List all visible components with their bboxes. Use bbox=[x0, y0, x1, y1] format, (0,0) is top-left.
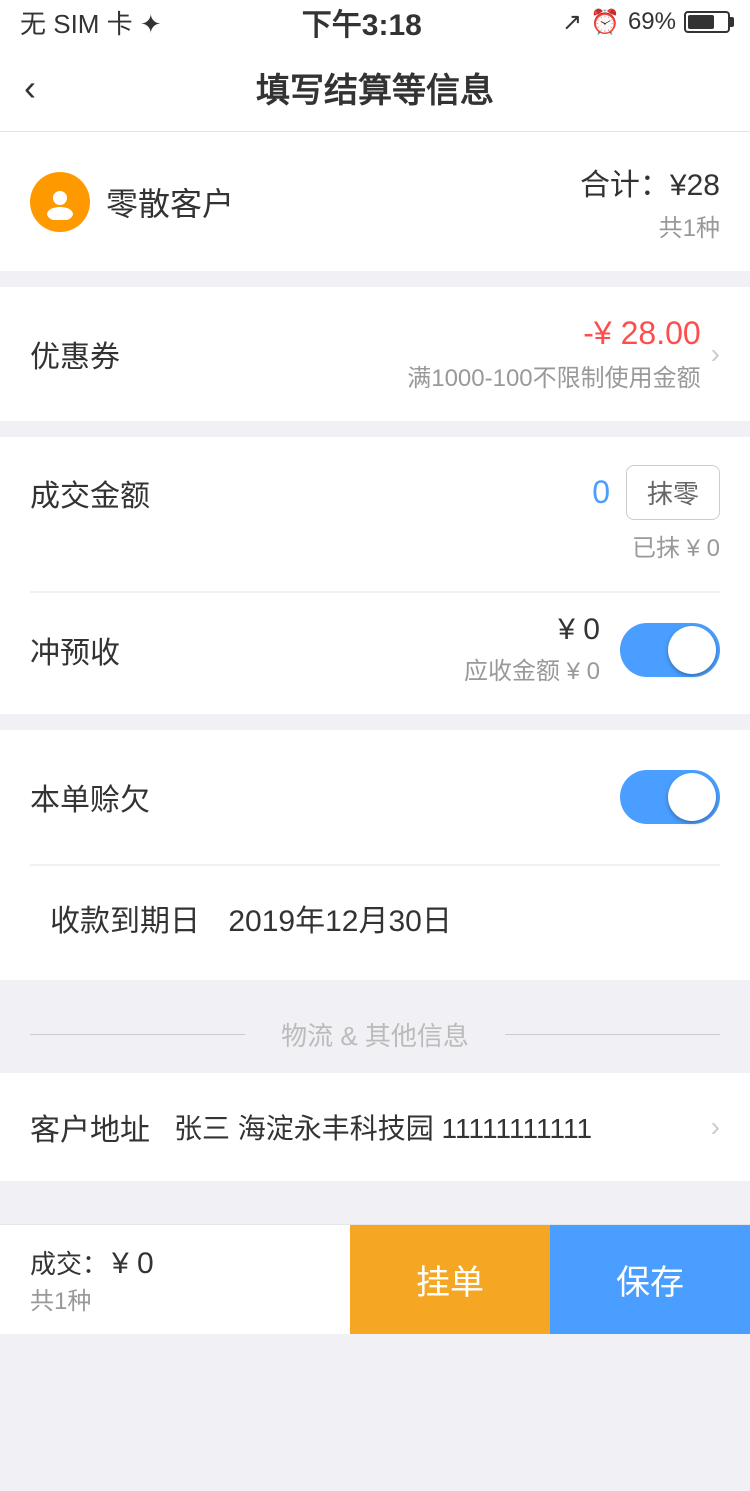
amount-row: 成交金额 0 抹零 bbox=[30, 465, 720, 520]
prepay-label: 冲预收 bbox=[30, 628, 120, 672]
bottom-deal-amount: ¥ 0 bbox=[112, 1247, 154, 1281]
total-price: 合计：¥28 bbox=[580, 160, 720, 204]
status-right: ↗ ⏰ 69% bbox=[562, 8, 730, 37]
debit-section: 本单赊欠 收款到期日 2019年12月30日 bbox=[0, 730, 750, 980]
customer-total: 合计：¥28 共1种 bbox=[580, 160, 720, 243]
due-date-value: 2019年12月30日 bbox=[228, 905, 451, 938]
address-section[interactable]: 客户地址 张三 海淀永丰科技园 11111111111 › bbox=[0, 1073, 750, 1181]
bottom-bar: 成交： ¥ 0 共1种 挂单 保存 bbox=[0, 1224, 750, 1334]
bottom-deal-row: 成交： ¥ 0 bbox=[30, 1244, 320, 1281]
separator-3 bbox=[0, 714, 750, 730]
customer-name: 零散客户 bbox=[106, 179, 234, 225]
save-button[interactable]: 保存 bbox=[550, 1225, 750, 1334]
amount-right: 0 抹零 bbox=[592, 465, 720, 520]
battery-fill bbox=[688, 15, 714, 29]
prepay-value: ¥ 0 bbox=[464, 613, 600, 647]
coupon-label: 优惠券 bbox=[30, 332, 120, 376]
logistics-label: 物流 & 其他信息 bbox=[265, 1016, 485, 1053]
address-chevron-icon: › bbox=[711, 1111, 720, 1143]
coupon-row[interactable]: 优惠券 -¥ 28.00 满1000-100不限制使用金额 › bbox=[0, 287, 750, 421]
divider-right bbox=[505, 1034, 720, 1035]
status-time: 下午3:18 bbox=[302, 0, 422, 44]
coupon-description: 满1000-100不限制使用金额 bbox=[407, 358, 700, 393]
battery-percent: 69% bbox=[628, 8, 676, 36]
separator-2 bbox=[0, 421, 750, 437]
prepay-row: 冲预收 ¥ 0 应收金额 ¥ 0 bbox=[0, 593, 750, 714]
amount-section: 成交金额 0 抹零 已抹 ¥ 0 bbox=[0, 437, 750, 591]
prepay-section: 冲预收 ¥ 0 应收金额 ¥ 0 bbox=[0, 591, 750, 714]
debit-toggle-thumb bbox=[668, 773, 716, 821]
due-date-row: 收款到期日 2019年12月30日 bbox=[0, 866, 750, 980]
customer-left: 零散客户 bbox=[30, 172, 234, 232]
bottom-summary: 成交： ¥ 0 共1种 bbox=[0, 1225, 350, 1334]
debit-label: 本单赊欠 bbox=[30, 775, 150, 819]
sim-label: 无 SIM 卡 ✦ bbox=[20, 4, 162, 41]
toggle-thumb bbox=[668, 626, 716, 674]
divider-left bbox=[30, 1034, 245, 1035]
address-row[interactable]: 客户地址 张三 海淀永丰科技园 11111111111 › bbox=[0, 1073, 750, 1181]
round-button[interactable]: 抹零 bbox=[626, 465, 720, 520]
prepay-toggle[interactable] bbox=[620, 623, 720, 677]
coupon-discount: -¥ 28.00 bbox=[407, 315, 700, 352]
due-date-label: 收款到期日 bbox=[50, 905, 200, 938]
nav-bar: ‹ 填写结算等信息 bbox=[0, 44, 750, 132]
logistics-header: 物流 & 其他信息 bbox=[0, 996, 750, 1073]
page-title: 填写结算等信息 bbox=[256, 63, 494, 112]
avatar bbox=[30, 172, 90, 232]
coupon-info: -¥ 28.00 满1000-100不限制使用金额 bbox=[407, 315, 700, 393]
battery-icon bbox=[684, 11, 730, 33]
bottom-deal-label: 成交： bbox=[30, 1244, 108, 1281]
status-left: 无 SIM 卡 ✦ bbox=[20, 4, 162, 41]
status-bar: 无 SIM 卡 ✦ 下午3:18 ↗ ⏰ 69% bbox=[0, 0, 750, 44]
hold-button[interactable]: 挂单 bbox=[350, 1225, 550, 1334]
already-deducted: 已抹 ¥ 0 bbox=[30, 528, 720, 563]
debit-toggle[interactable] bbox=[620, 770, 720, 824]
coupon-right: -¥ 28.00 满1000-100不限制使用金额 › bbox=[407, 315, 720, 393]
prepay-right: ¥ 0 应收金额 ¥ 0 bbox=[464, 613, 720, 686]
customer-row: 零散客户 合计：¥28 共1种 bbox=[0, 132, 750, 271]
prepay-receivable: 应收金额 ¥ 0 bbox=[464, 651, 600, 686]
bottom-count: 共1种 bbox=[30, 1281, 320, 1316]
total-count: 共1种 bbox=[580, 208, 720, 243]
alarm-icon: ⏰ bbox=[590, 8, 620, 37]
debit-row: 本单赊欠 bbox=[0, 730, 750, 864]
prepay-amounts: ¥ 0 应收金额 ¥ 0 bbox=[464, 613, 600, 686]
chevron-right-icon: › bbox=[711, 338, 720, 370]
address-value: 张三 海淀永丰科技园 11111111111 bbox=[174, 1107, 711, 1147]
coupon-section[interactable]: 优惠券 -¥ 28.00 满1000-100不限制使用金额 › bbox=[0, 287, 750, 421]
amount-value[interactable]: 0 bbox=[592, 474, 610, 511]
separator-4 bbox=[0, 980, 750, 996]
amount-label: 成交金额 bbox=[30, 471, 150, 515]
address-label: 客户地址 bbox=[30, 1105, 150, 1149]
location-icon: ↗ bbox=[562, 8, 582, 37]
separator-1 bbox=[0, 271, 750, 287]
customer-section: 零散客户 合计：¥28 共1种 bbox=[0, 132, 750, 271]
back-button[interactable]: ‹ bbox=[24, 67, 36, 109]
